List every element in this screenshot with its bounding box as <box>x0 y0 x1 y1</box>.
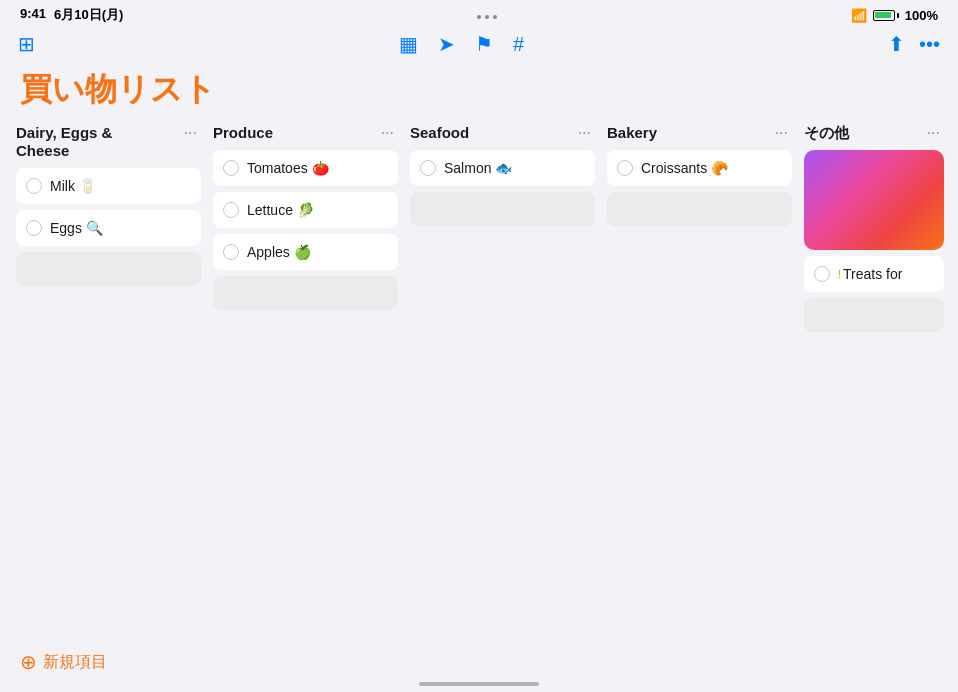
new-item-label: 新規項目 <box>43 652 107 673</box>
column-seafood: Seafood ··· Salmon 🐟 <box>410 124 595 636</box>
sidebar-toggle-button[interactable]: ⊞ <box>18 32 35 56</box>
item-checkbox[interactable] <box>223 160 239 176</box>
list-item <box>410 192 595 226</box>
battery-fill <box>875 12 891 18</box>
status-bar: 9:41 6月10日(月) 📶 100% <box>0 0 958 28</box>
column-menu-other[interactable]: ··· <box>923 124 944 142</box>
list-item <box>16 252 201 286</box>
page-title: 買い物リスト <box>0 62 958 124</box>
toolbar: ⊞ ▦ ➤ ⚑ # ⬆ ••• <box>0 28 958 62</box>
column-other: その他···!Treats for <box>804 124 944 636</box>
dot3 <box>493 15 497 19</box>
column-produce: Produce ··· Tomatoes 🍅 Lettuce 🥬 Apples 🍏 <box>213 124 398 636</box>
status-center <box>477 11 497 19</box>
toolbar-right: ⬆ ••• <box>888 32 940 56</box>
home-indicator <box>419 682 539 686</box>
column-header-other: その他 ··· <box>804 124 944 142</box>
item-text: Milk 🥛 <box>50 178 96 194</box>
column-header-dairy: Dairy, Eggs & Cheese ··· <box>16 124 201 160</box>
list-item <box>213 276 398 310</box>
photo-card <box>804 150 944 250</box>
list-item[interactable]: Milk 🥛 <box>16 168 201 204</box>
share-button[interactable]: ⬆ <box>888 32 905 56</box>
new-item-button[interactable]: ⊕ 新規項目 <box>20 650 107 674</box>
battery-body <box>873 10 895 21</box>
columns-container: Dairy, Eggs & Cheese ··· Milk 🥛 Eggs 🔍 Produ… <box>0 124 958 636</box>
column-header-bakery: Bakery ··· <box>607 124 792 142</box>
column-header-produce: Produce ··· <box>213 124 398 142</box>
column-title-seafood: Seafood <box>410 124 469 142</box>
list-item[interactable]: Apples 🍏 <box>213 234 398 270</box>
item-checkbox[interactable] <box>26 220 42 236</box>
flag-icon: ! <box>838 268 841 280</box>
toolbar-center: ▦ ➤ ⚑ # <box>399 32 524 56</box>
column-menu-dairy[interactable]: ··· <box>180 124 201 142</box>
column-title-other: その他 <box>804 124 849 142</box>
column-title-dairy: Dairy, Eggs & Cheese <box>16 124 112 160</box>
status-right: 📶 100% <box>851 8 938 23</box>
location-button[interactable]: ➤ <box>438 32 455 56</box>
item-checkbox[interactable] <box>223 202 239 218</box>
list-item <box>804 298 944 332</box>
battery-percent: 100% <box>905 8 938 23</box>
column-title-bakery: Bakery <box>607 124 657 142</box>
hash-button[interactable]: # <box>513 33 524 56</box>
list-item[interactable]: Croissants 🥐 <box>607 150 792 186</box>
item-checkbox[interactable] <box>814 266 830 282</box>
flag-button[interactable]: ⚑ <box>475 32 493 56</box>
column-menu-produce[interactable]: ··· <box>377 124 398 142</box>
item-text: Salmon 🐟 <box>444 160 512 176</box>
dot1 <box>477 15 481 19</box>
item-checkbox[interactable] <box>420 160 436 176</box>
status-date: 6月10日(月) <box>54 6 123 24</box>
battery-cap <box>897 13 899 18</box>
column-menu-bakery[interactable]: ··· <box>771 124 792 142</box>
item-text: Eggs 🔍 <box>50 220 103 236</box>
plus-icon: ⊕ <box>20 650 37 674</box>
column-dairy: Dairy, Eggs & Cheese ··· Milk 🥛 Eggs 🔍 <box>16 124 201 636</box>
list-item[interactable]: Lettuce 🥬 <box>213 192 398 228</box>
status-time-date: 9:41 6月10日(月) <box>20 6 123 24</box>
column-menu-seafood[interactable]: ··· <box>574 124 595 142</box>
column-title-produce: Produce <box>213 124 273 142</box>
item-checkbox[interactable] <box>617 160 633 176</box>
status-time: 9:41 <box>20 6 46 24</box>
item-text: Tomatoes 🍅 <box>247 160 329 176</box>
battery-indicator <box>873 10 899 21</box>
list-item <box>607 192 792 226</box>
list-item[interactable]: Eggs 🔍 <box>16 210 201 246</box>
dot2 <box>485 15 489 19</box>
list-item[interactable]: Tomatoes 🍅 <box>213 150 398 186</box>
grid-view-button[interactable]: ▦ <box>399 32 418 56</box>
list-item[interactable]: !Treats for <box>804 256 944 292</box>
column-header-seafood: Seafood ··· <box>410 124 595 142</box>
wifi-icon: 📶 <box>851 8 867 23</box>
item-text: Lettuce 🥬 <box>247 202 314 218</box>
item-text: Apples 🍏 <box>247 244 311 260</box>
more-button[interactable]: ••• <box>919 33 940 56</box>
toolbar-left: ⊞ <box>18 32 35 56</box>
item-text: Croissants 🥐 <box>641 160 728 176</box>
list-item[interactable]: Salmon 🐟 <box>410 150 595 186</box>
item-checkbox[interactable] <box>26 178 42 194</box>
item-text: Treats for <box>843 266 902 282</box>
column-bakery: Bakery ··· Croissants 🥐 <box>607 124 792 636</box>
item-checkbox[interactable] <box>223 244 239 260</box>
